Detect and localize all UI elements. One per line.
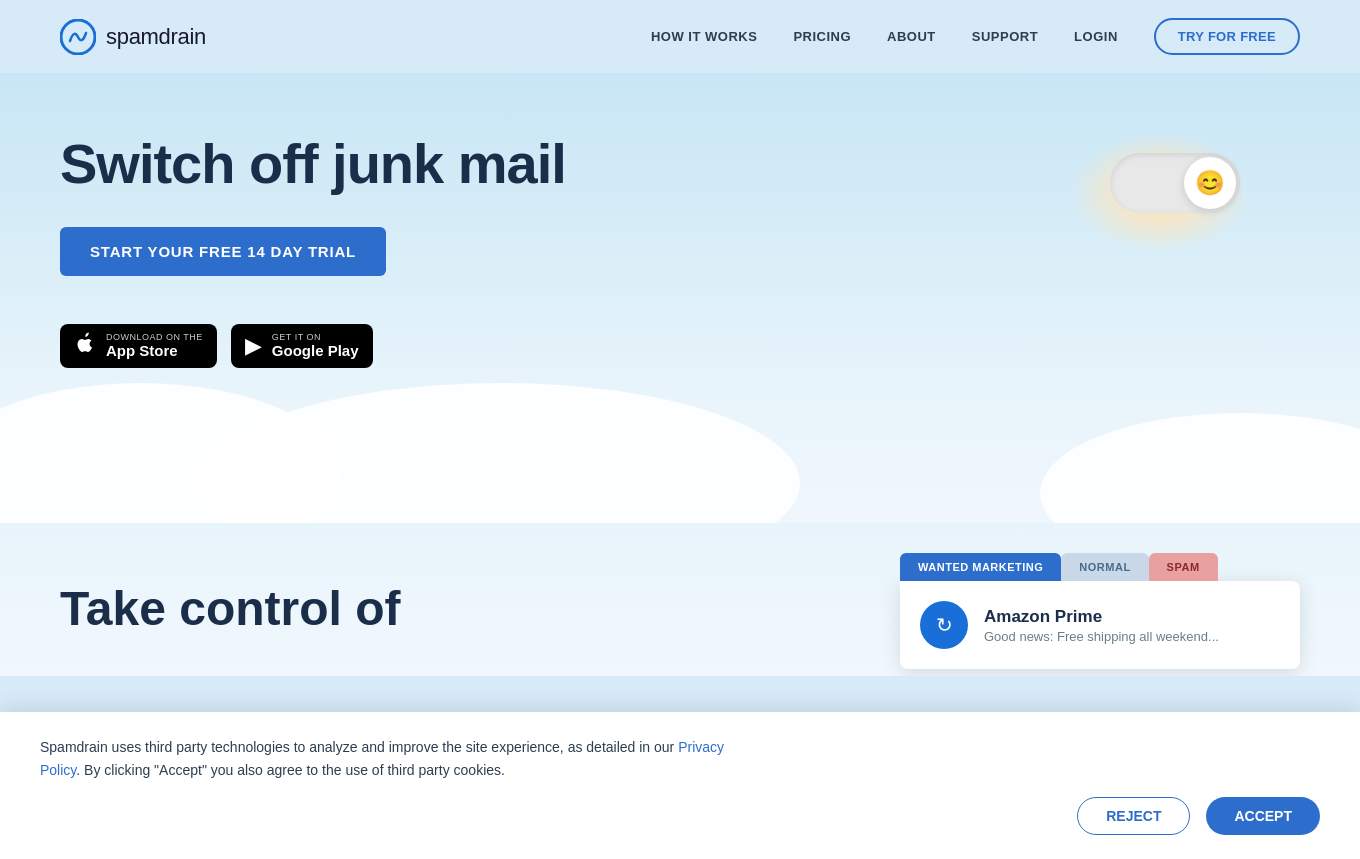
- tab-normal[interactable]: NORMAL: [1061, 553, 1148, 581]
- email-card: ↻ Amazon Prime Good news: Free shipping …: [900, 581, 1300, 669]
- store-badges: Download on the App Store ▶ GET IT ON Go…: [60, 324, 660, 368]
- email-demo: WANTED MARKETING NORMAL SPAM ↻ Amazon Pr…: [900, 553, 1300, 669]
- navbar: spamdrain HOW IT WORKS PRICING ABOUT SUP…: [0, 0, 1360, 73]
- google-play-sub: GET IT ON: [272, 332, 359, 342]
- try-for-free-button[interactable]: TRY FOR FREE: [1154, 18, 1300, 55]
- app-store-text: Download on the App Store: [106, 332, 203, 360]
- google-play-text: GET IT ON Google Play: [272, 332, 359, 360]
- hero-content: Switch off junk mail START YOUR FREE 14 …: [60, 133, 660, 368]
- logo-text: spamdrain: [106, 24, 206, 50]
- tab-spam[interactable]: SPAM: [1149, 553, 1218, 581]
- email-tabs: WANTED MARKETING NORMAL SPAM: [900, 553, 1300, 581]
- email-avatar: ↻: [920, 601, 968, 649]
- email-info: Amazon Prime Good news: Free shipping al…: [984, 607, 1219, 644]
- email-preview: Good news: Free shipping all weekend...: [984, 629, 1219, 644]
- tab-wanted-marketing[interactable]: WANTED MARKETING: [900, 553, 1061, 581]
- google-play-name: Google Play: [272, 342, 359, 360]
- app-store-badge[interactable]: Download on the App Store: [60, 324, 217, 368]
- app-store-name: App Store: [106, 342, 203, 360]
- cloud-center: [200, 383, 800, 523]
- google-play-badge[interactable]: ▶ GET IT ON Google Play: [231, 324, 373, 368]
- logo[interactable]: spamdrain: [60, 19, 206, 55]
- email-sender: Amazon Prime: [984, 607, 1219, 627]
- toggle-thumb: 😊: [1184, 157, 1236, 209]
- app-store-sub: Download on the: [106, 332, 203, 342]
- cloud-right: [1040, 413, 1360, 523]
- cta-button[interactable]: START YOUR FREE 14 DAY TRIAL: [60, 227, 386, 276]
- section-heading-text: Take control of: [60, 582, 400, 635]
- toggle-widget: 😊: [1110, 153, 1240, 213]
- hero-section: 😊 Switch off junk mail START YOUR FREE 1…: [0, 73, 1360, 523]
- logo-icon: [60, 19, 96, 55]
- nav-about[interactable]: ABOUT: [887, 29, 936, 44]
- google-play-icon: ▶: [245, 333, 262, 359]
- apple-icon: [74, 332, 96, 360]
- login-link[interactable]: LOGIN: [1074, 29, 1118, 44]
- toggle-track[interactable]: 😊: [1110, 153, 1240, 213]
- toggle-emoji: 😊: [1195, 169, 1225, 197]
- nav-links: HOW IT WORKS PRICING ABOUT SUPPORT LOGIN…: [651, 18, 1300, 55]
- nav-support[interactable]: SUPPORT: [972, 29, 1038, 44]
- email-avatar-icon: ↻: [936, 613, 953, 637]
- hero-title: Switch off junk mail: [60, 133, 660, 195]
- nav-pricing[interactable]: PRICING: [793, 29, 851, 44]
- nav-how-it-works[interactable]: HOW IT WORKS: [651, 29, 757, 44]
